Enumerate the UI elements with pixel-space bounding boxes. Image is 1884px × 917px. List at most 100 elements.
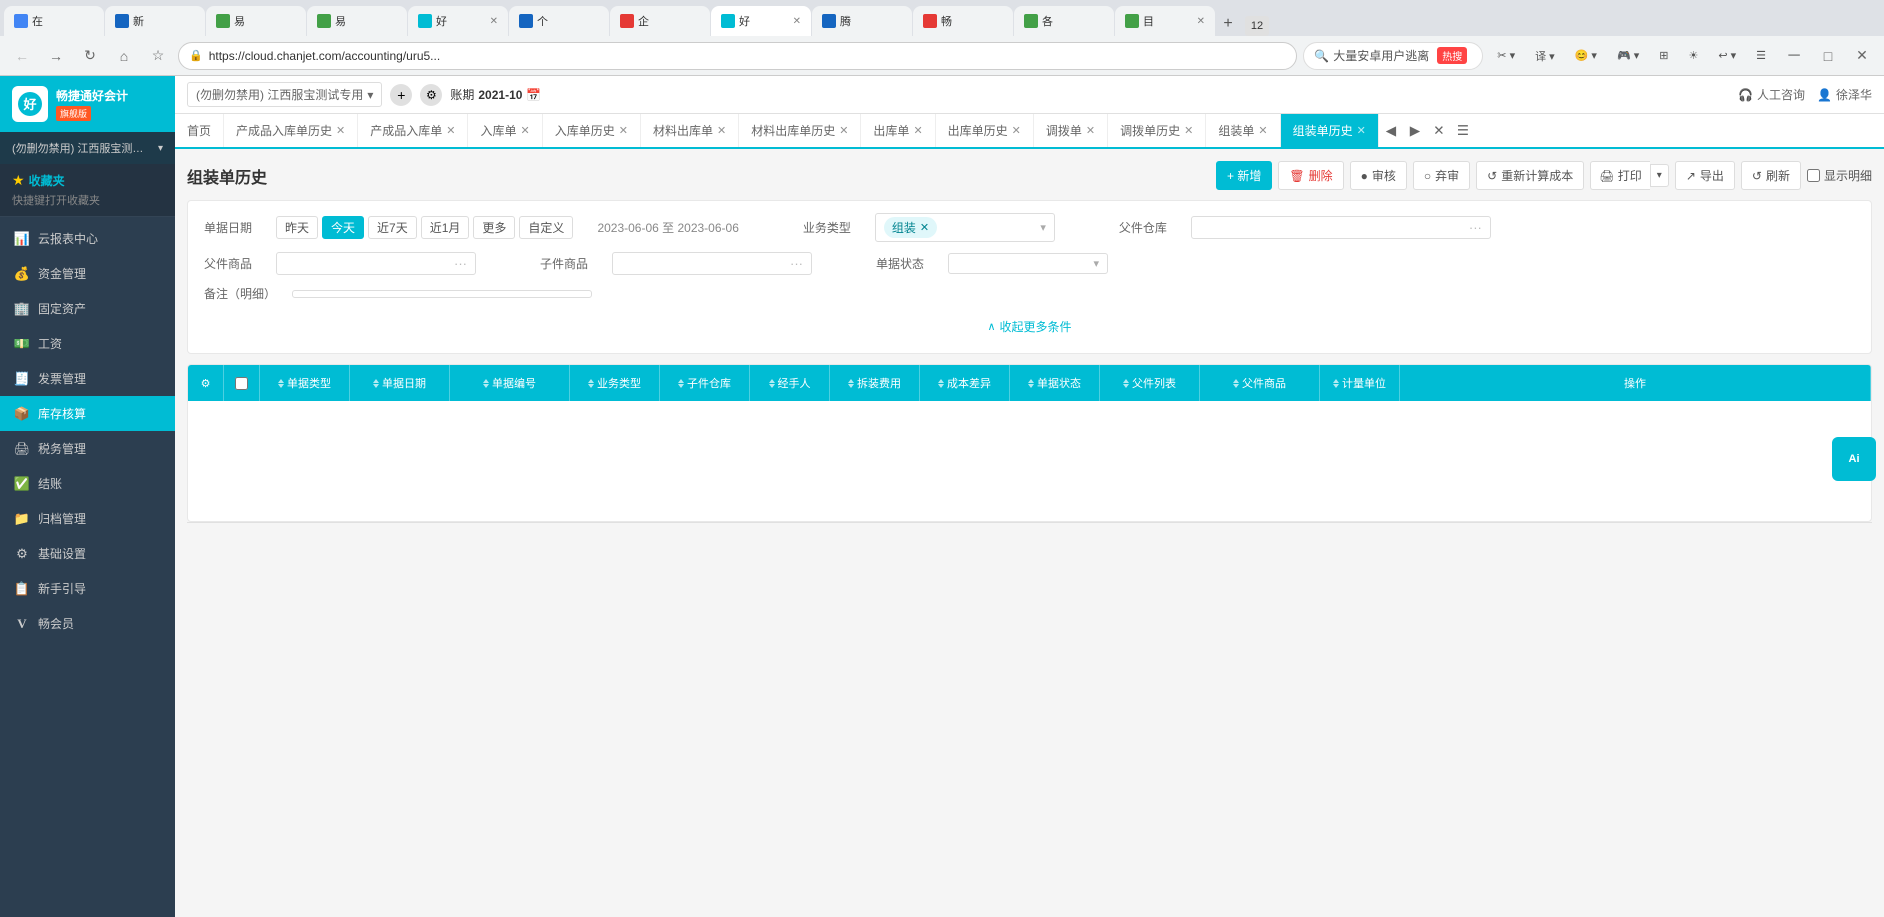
status-selector[interactable]: ▾ — [948, 253, 1108, 274]
show-detail-checkbox[interactable] — [1807, 169, 1820, 182]
sidebar-item-invoice[interactable]: 🧾 发票管理 — [0, 361, 175, 396]
th-settings[interactable]: ⚙ — [188, 365, 224, 401]
th-biztype[interactable]: 业务类型 — [570, 365, 660, 401]
tab-combo[interactable]: 组装单 ✕ — [1206, 114, 1280, 147]
tab-mat-out[interactable]: 材料出库单 ✕ — [641, 114, 739, 147]
bookmark-button[interactable]: ☆ — [144, 42, 172, 70]
date-btn-1month[interactable]: 近1月 — [421, 216, 470, 239]
tab-prev-button[interactable]: ◀ — [1379, 115, 1403, 147]
new-tab-button[interactable]: + — [1216, 12, 1240, 36]
menu-tool[interactable]: ☰ — [1748, 45, 1774, 66]
new-button[interactable]: + 新增 — [1216, 161, 1272, 190]
delete-button[interactable]: 🗑 删除 — [1278, 161, 1343, 190]
browser-tab-11[interactable]: 各 — [1014, 6, 1114, 36]
child-goods-input[interactable]: ··· — [612, 252, 812, 275]
child-goods-dots[interactable]: ··· — [790, 256, 803, 271]
tab-prod-in[interactable]: 产成品入库单 ✕ — [358, 114, 468, 147]
sidebar-item-tax[interactable]: 🖨 税务管理 — [0, 431, 175, 466]
date-btn-more[interactable]: 更多 — [473, 216, 515, 239]
tab-close-8[interactable]: ✕ — [793, 16, 801, 27]
browser-tab-10[interactable]: 畅 — [913, 6, 1013, 36]
browser-tab-3[interactable]: 易 — [206, 6, 306, 36]
home-button[interactable]: ⌂ — [110, 42, 138, 70]
date-btn-today[interactable]: 今天 — [322, 216, 364, 239]
tab-in-hist[interactable]: 入库单历史 ✕ — [543, 114, 641, 147]
tab-combo-hist[interactable]: 组装单历史 ✕ — [1281, 114, 1379, 147]
th-type[interactable]: 单据类型 — [260, 365, 350, 401]
parent-goods-dots[interactable]: ··· — [454, 256, 467, 271]
browser-tab-9[interactable]: 腾 — [812, 6, 912, 36]
select-all-checkbox[interactable] — [235, 377, 248, 390]
tab-out[interactable]: 出库单 ✕ — [861, 114, 935, 147]
browser-tab-4[interactable]: 易 — [307, 6, 407, 36]
sidebar-account[interactable]: (勿删勿禁用) 江西服宝测试专用 ▾ — [0, 132, 175, 164]
tab-close-icon[interactable]: ✕ — [913, 124, 922, 137]
tab-close-icon[interactable]: ✕ — [717, 124, 726, 137]
tab-assemble-hist[interactable]: 调拨单历史 ✕ — [1108, 114, 1206, 147]
minimize-button[interactable]: ─ — [1780, 42, 1808, 70]
sidebar-item-archive[interactable]: 📁 归档管理 — [0, 501, 175, 536]
sidebar-item-settings[interactable]: ⚙ 基础设置 — [0, 536, 175, 571]
biz-type-selector[interactable]: 组装 ✕ ▾ — [875, 213, 1055, 242]
th-dismantlefee[interactable]: 拆装费用 — [830, 365, 920, 401]
add-account-button[interactable]: + — [390, 84, 412, 106]
search-bar[interactable]: 🔍 大量安卓用户逃离 热搜 — [1303, 42, 1483, 70]
unapprove-button[interactable]: ○ 弃审 — [1413, 161, 1470, 190]
print-arrow[interactable]: ▾ — [1650, 164, 1669, 187]
browser-tab-6[interactable]: 个 — [509, 6, 609, 36]
game-tool[interactable]: 🎮 ▾ — [1609, 45, 1647, 66]
tab-mat-out-hist[interactable]: 材料出库单历史 ✕ — [739, 114, 861, 147]
tab-in[interactable]: 入库单 ✕ — [468, 114, 542, 147]
recalc-cost-button[interactable]: ↺ 重新计算成本 — [1476, 161, 1584, 190]
th-parentgoods[interactable]: 父件商品 — [1200, 365, 1320, 401]
th-date[interactable]: 单据日期 — [350, 365, 450, 401]
tab-close-icon[interactable]: ✕ — [839, 124, 848, 137]
tab-close-icon[interactable]: ✕ — [619, 124, 628, 137]
parent-goods-input[interactable]: ··· — [276, 252, 476, 275]
biz-type-tag-remove[interactable]: ✕ — [920, 221, 929, 234]
back-button[interactable]: ← — [8, 42, 36, 70]
parent-warehouse-dots[interactable]: ··· — [1469, 220, 1482, 235]
tab-count-badge[interactable]: 12 — [1245, 16, 1269, 36]
tab-assemble[interactable]: 调拨单 ✕ — [1034, 114, 1108, 147]
th-check[interactable] — [224, 365, 260, 401]
th-costdiff[interactable]: 成本差异 — [920, 365, 1010, 401]
account-selector[interactable]: (勿删勿禁用) 江西服宝测试专用 ▾ — [187, 82, 382, 107]
ai-button[interactable]: Ai — [1832, 437, 1876, 481]
approve-button[interactable]: ● 审核 — [1350, 161, 1407, 190]
sidebar-item-payroll[interactable]: 💵 工资 — [0, 326, 175, 361]
tab-home[interactable]: 首页 — [175, 114, 224, 147]
sidebar-item-member[interactable]: V 畅会员 — [0, 606, 175, 641]
tab-close-5[interactable]: ✕ — [490, 16, 498, 27]
tab-more-button[interactable]: ☰ — [1451, 115, 1475, 147]
th-parentlist[interactable]: 父件列表 — [1100, 365, 1200, 401]
tab-prod-in-hist[interactable]: 产成品入库单历史 ✕ — [224, 114, 358, 147]
th-warehouse[interactable]: 子件仓库 — [660, 365, 750, 401]
browser-tab-12[interactable]: 目 ✕ — [1115, 6, 1215, 36]
collapse-button[interactable]: ∧ 收起更多条件 — [204, 312, 1855, 341]
print-button-split[interactable]: 🖨 打印 ▾ — [1590, 161, 1669, 190]
tab-out-hist[interactable]: 出库单历史 ✕ — [936, 114, 1034, 147]
address-bar[interactable]: 🔒 https://cloud.chanjet.com/accounting/u… — [178, 42, 1297, 70]
th-number[interactable]: 单据编号 — [450, 365, 570, 401]
th-handler[interactable]: 经手人 — [750, 365, 830, 401]
service-btn[interactable]: 🎧 人工咨询 — [1738, 86, 1805, 103]
undo-tool[interactable]: ↩ ▾ — [1710, 45, 1744, 66]
export-button[interactable]: ↗ 导出 — [1675, 161, 1735, 190]
sidebar-item-reports[interactable]: 📊 云报表中心 — [0, 221, 175, 256]
th-status[interactable]: 单据状态 — [1010, 365, 1100, 401]
date-btn-yesterday[interactable]: 昨天 — [276, 216, 318, 239]
close-button[interactable]: ✕ — [1848, 42, 1876, 70]
tab-close-icon[interactable]: ✕ — [336, 124, 345, 137]
tab-close-12[interactable]: ✕ — [1197, 16, 1205, 27]
reload-button[interactable]: ↻ — [76, 42, 104, 70]
browser-tab-2[interactable]: 新 — [105, 6, 205, 36]
sidebar-item-inventory[interactable]: 📦 库存核算 — [0, 396, 175, 431]
tab-close-icon[interactable]: ✕ — [1357, 124, 1366, 137]
maximize-button[interactable]: □ — [1814, 42, 1842, 70]
translate-tool[interactable]: 译 ▾ — [1527, 44, 1563, 68]
sidebar-item-assets[interactable]: 🏢 固定资产 — [0, 291, 175, 326]
user-display[interactable]: 👤 徐泽华 — [1817, 86, 1872, 103]
settings-button[interactable]: ⚙ — [420, 84, 442, 106]
date-btn-custom[interactable]: 自定义 — [519, 216, 573, 239]
